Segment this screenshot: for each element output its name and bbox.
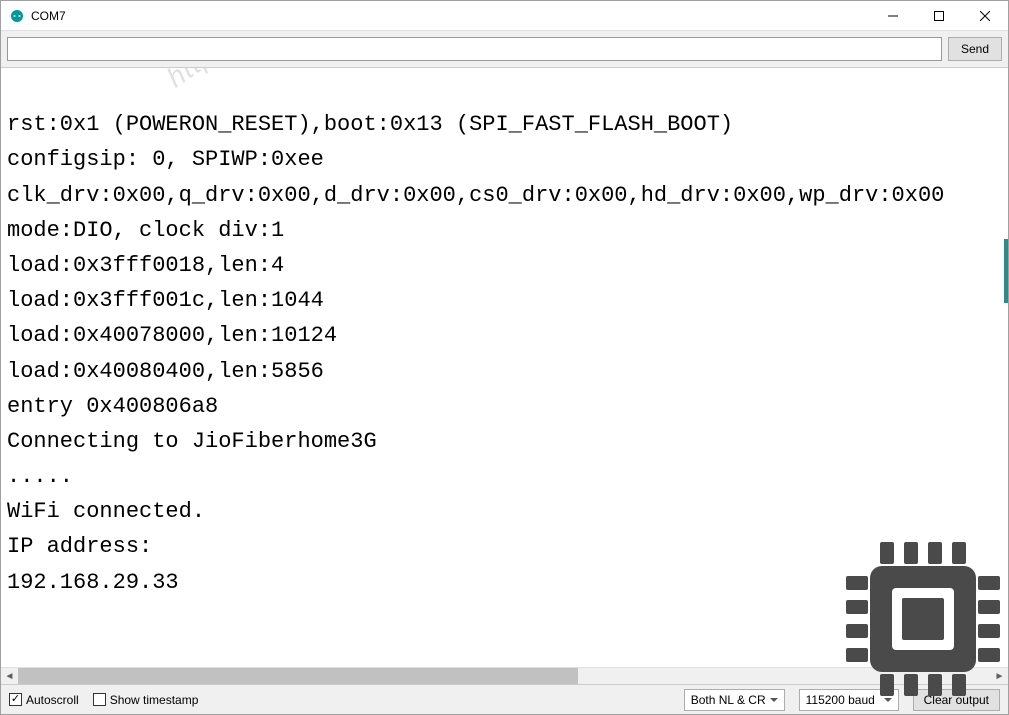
scroll-left-arrow-icon[interactable]: ◄ xyxy=(1,668,18,685)
scrollbar-thumb[interactable] xyxy=(18,668,578,684)
right-edge-stripe xyxy=(1004,239,1008,303)
clear-output-button[interactable]: Clear output xyxy=(913,689,1000,711)
line-ending-select[interactable]: Both NL & CR xyxy=(684,689,785,711)
console-wrap: https://microdigisoft.com 12:17 pm rst:0… xyxy=(1,68,1008,667)
autoscroll-label: Autoscroll xyxy=(26,693,79,707)
maximize-button[interactable] xyxy=(916,1,962,30)
window-title: COM7 xyxy=(31,9,870,23)
show-timestamp-checkbox[interactable]: Show timestamp xyxy=(93,693,199,707)
serial-send-input[interactable] xyxy=(7,37,942,61)
window-controls xyxy=(870,1,1008,30)
line-ending-value: Both NL & CR xyxy=(691,693,766,707)
send-button[interactable]: Send xyxy=(948,37,1002,61)
minimize-button[interactable] xyxy=(870,1,916,30)
arduino-app-icon xyxy=(9,8,25,24)
checkbox-icon xyxy=(9,693,22,706)
autoscroll-checkbox[interactable]: Autoscroll xyxy=(9,693,79,707)
serial-output[interactable]: rst:0x1 (POWERON_RESET),boot:0x13 (SPI_F… xyxy=(1,68,1008,667)
bottom-bar: Autoscroll Show timestamp Both NL & CR 1… xyxy=(1,684,1008,714)
close-button[interactable] xyxy=(962,1,1008,30)
baud-rate-select[interactable]: 115200 baud xyxy=(799,689,899,711)
checkbox-icon xyxy=(93,693,106,706)
send-row: Send xyxy=(1,31,1008,68)
scroll-right-arrow-icon[interactable]: ► xyxy=(991,668,1008,685)
scrollbar-track[interactable] xyxy=(18,668,991,684)
serial-monitor-window: COM7 Send https://microdigisoft.com 12:1… xyxy=(0,0,1009,715)
baud-rate-value: 115200 baud xyxy=(806,693,875,707)
titlebar: COM7 xyxy=(1,1,1008,31)
show-timestamp-label: Show timestamp xyxy=(110,693,199,707)
horizontal-scrollbar[interactable]: ◄ ► xyxy=(1,667,1008,684)
